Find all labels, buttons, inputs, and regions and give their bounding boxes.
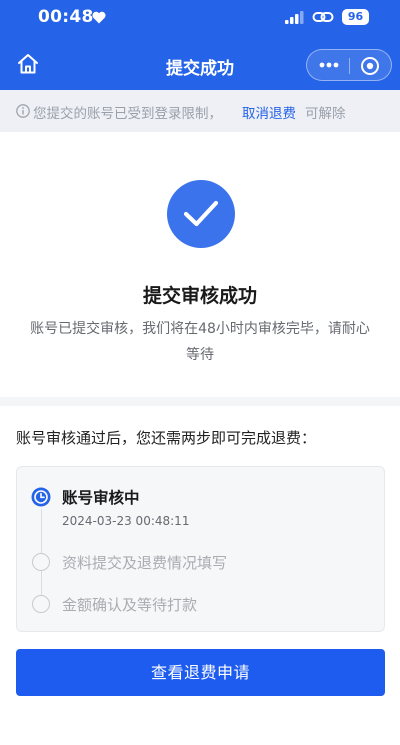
success-badge xyxy=(167,180,235,248)
step-3-dot xyxy=(32,595,50,613)
more-icon[interactable] xyxy=(319,62,339,68)
step-3-label: 金额确认及等待打款 xyxy=(62,596,198,614)
step-1-label: 账号审核中 xyxy=(62,489,140,507)
status-time: 00:48 xyxy=(38,7,94,27)
capsule-divider xyxy=(349,58,350,74)
link-icon xyxy=(312,12,334,22)
result-title: 提交审核成功 xyxy=(142,285,257,307)
view-refund-application-button[interactable]: 查看退费申请 xyxy=(16,649,385,696)
step-2-dot xyxy=(32,553,50,571)
heart-icon xyxy=(92,11,106,24)
cancel-refund-link[interactable]: 取消退费 xyxy=(242,102,296,122)
nav-bar: 提交成功 xyxy=(0,40,400,90)
target-icon[interactable] xyxy=(360,56,380,76)
notice-text: 您提交的账号已受到登录限制， xyxy=(33,106,222,122)
step-1-time: 2024-03-23 00:48:11 xyxy=(62,514,190,528)
restriction-notice: 您提交的账号已受到登录限制， 取消退费 可解除 xyxy=(0,90,400,132)
section-divider xyxy=(0,397,400,406)
progress-steps-card: 账号审核中 2024-03-23 00:48:11 资料提交及退费情况填写 金额… xyxy=(16,466,385,632)
steps-intro: 账号审核通过后，您还需两步即可完成退费： xyxy=(16,429,317,447)
clock-icon xyxy=(31,487,51,507)
result-description: 账号已提交审核，我们将在48小时内审核完毕，请耐心等待 xyxy=(30,321,370,363)
status-bar: 00:48 96 xyxy=(0,0,400,36)
notice-tail-text: 可解除 xyxy=(305,106,346,122)
step-2-label: 资料提交及退费情况填写 xyxy=(62,554,228,572)
miniprogram-capsule xyxy=(306,49,392,81)
checkmark-icon xyxy=(183,200,219,227)
signal-icon xyxy=(285,11,304,24)
battery-indicator: 96 xyxy=(342,9,369,25)
info-icon xyxy=(16,104,30,118)
